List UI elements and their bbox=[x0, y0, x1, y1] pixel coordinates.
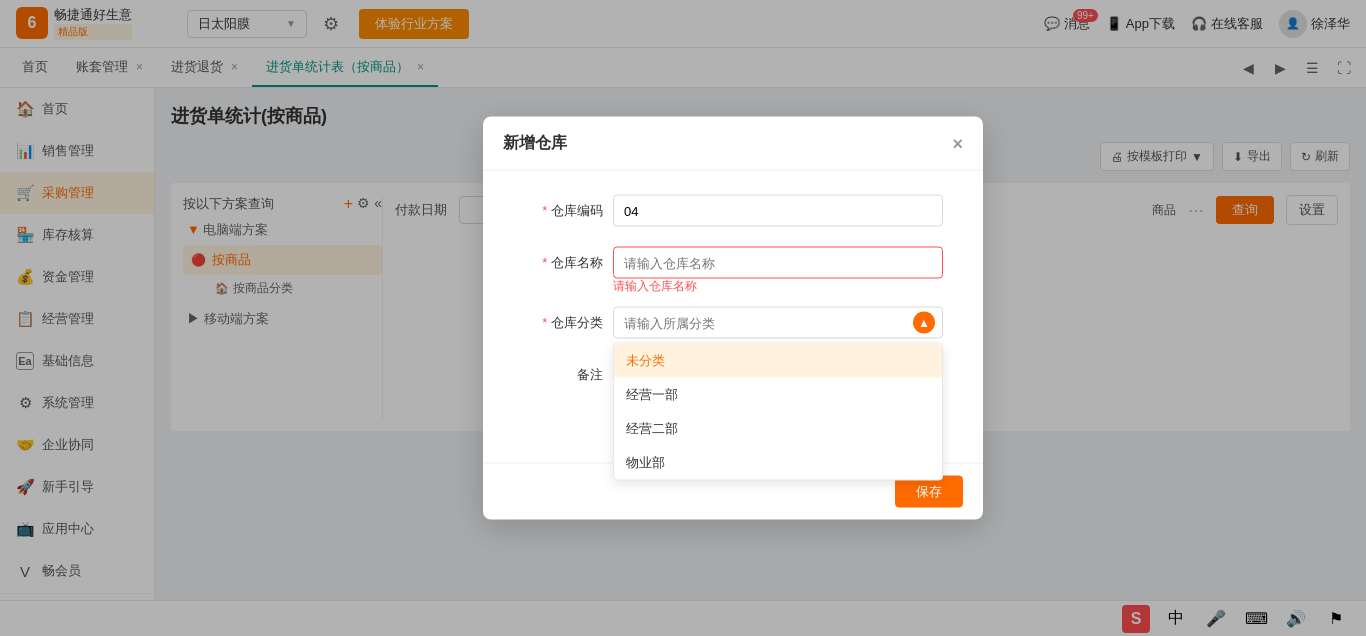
dropdown-item-dept1[interactable]: 经营一部 bbox=[614, 378, 942, 412]
dropdown-item-uncategorized[interactable]: 未分类 bbox=[614, 344, 942, 378]
category-select-wrapper: ▲ 未分类 经营一部 经营二部 物业部 bbox=[613, 307, 943, 339]
name-label: 仓库名称 bbox=[523, 247, 613, 272]
category-label: 仓库分类 bbox=[523, 307, 613, 332]
dropdown-item-dept2[interactable]: 经营二部 bbox=[614, 412, 942, 446]
form-row-code: 仓库编码 bbox=[523, 195, 943, 227]
category-input[interactable] bbox=[613, 307, 943, 339]
form-row-name: 仓库名称 请输入仓库名称 bbox=[523, 247, 943, 279]
category-toggle-button[interactable]: ▲ bbox=[913, 312, 935, 334]
category-dropdown: 未分类 经营一部 经营二部 物业部 bbox=[613, 343, 943, 481]
modal-body: 仓库编码 仓库名称 请输入仓库名称 仓库分类 ▲ 未分类 经营一部 经营二部 物… bbox=[483, 171, 983, 463]
modal-header: 新增仓库 × bbox=[483, 117, 983, 171]
add-warehouse-modal: 新增仓库 × 仓库编码 仓库名称 请输入仓库名称 仓库分类 ▲ 未分类 经营一部 bbox=[483, 117, 983, 520]
modal-close-button[interactable]: × bbox=[952, 134, 963, 152]
name-input[interactable] bbox=[613, 247, 943, 279]
dropdown-item-property[interactable]: 物业部 bbox=[614, 446, 942, 480]
note-label: 备注 bbox=[523, 359, 613, 384]
form-row-category: 仓库分类 ▲ 未分类 经营一部 经营二部 物业部 bbox=[523, 307, 943, 339]
name-error-message: 请输入仓库名称 bbox=[613, 278, 697, 295]
code-label: 仓库编码 bbox=[523, 195, 613, 220]
modal-title: 新增仓库 bbox=[503, 133, 567, 154]
code-input[interactable] bbox=[613, 195, 943, 227]
